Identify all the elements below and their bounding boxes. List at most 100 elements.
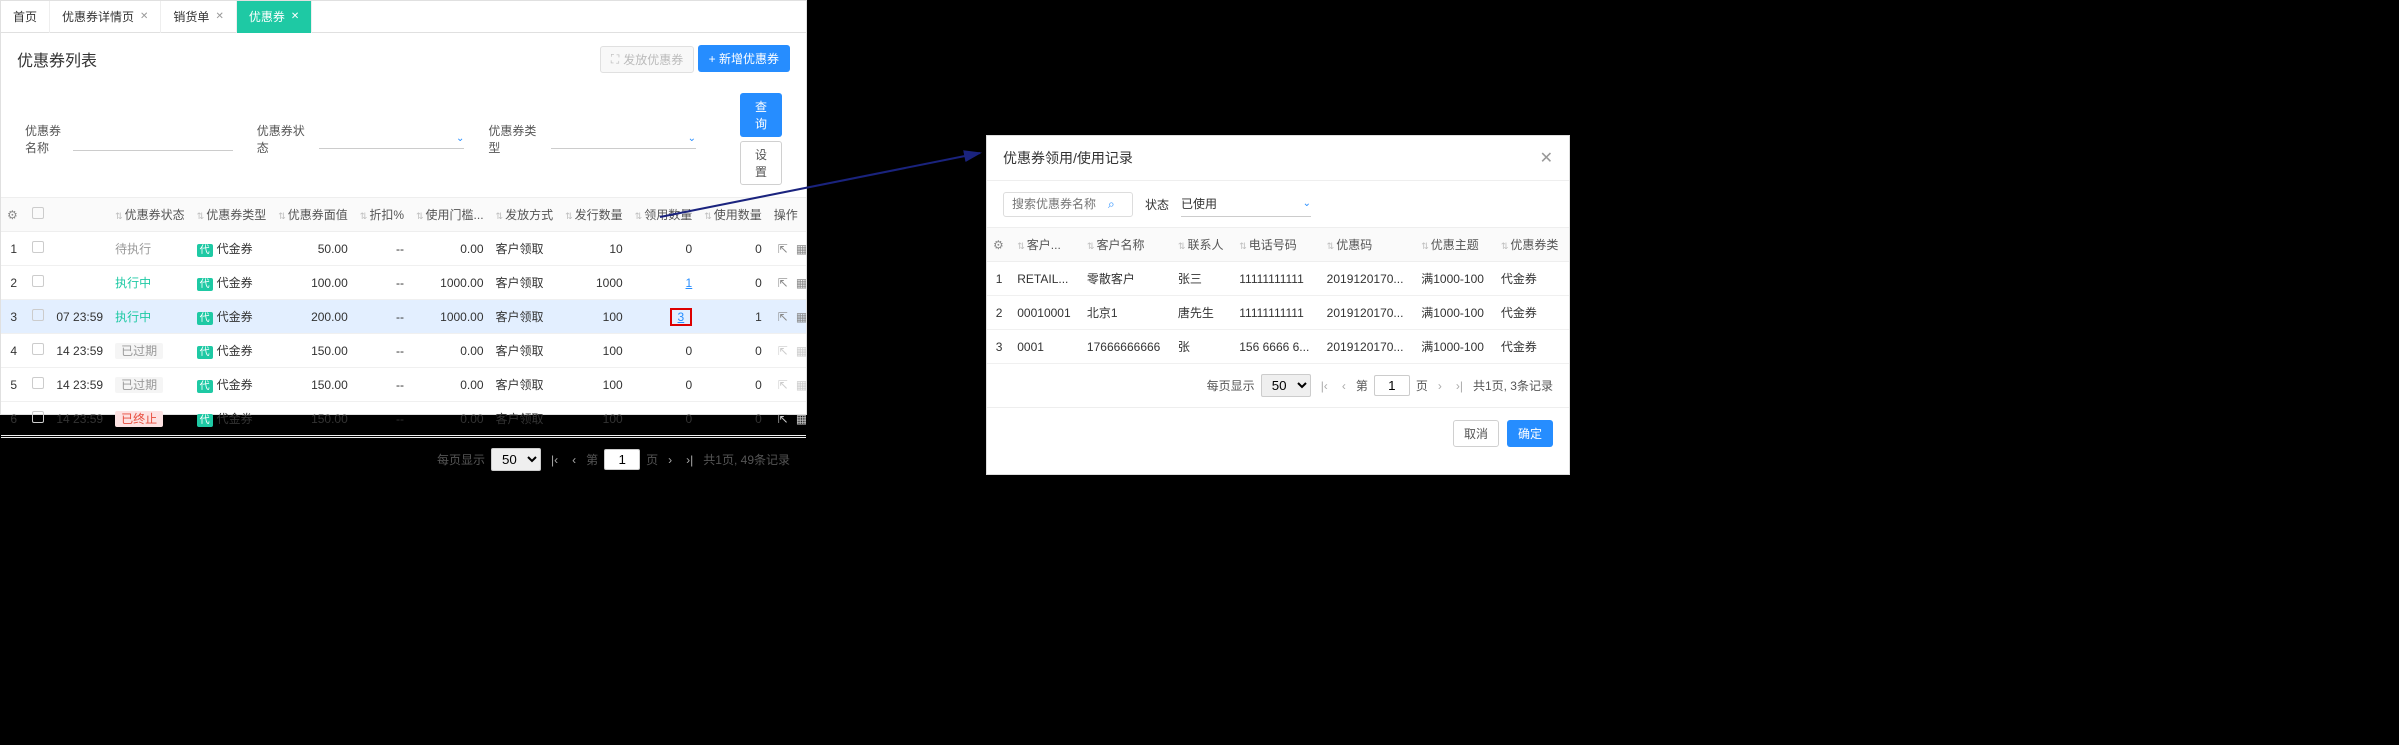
row-checkbox[interactable]	[32, 343, 44, 355]
tab[interactable]: 首页	[1, 1, 50, 33]
sort-icon[interactable]: ⇅	[565, 211, 573, 222]
add-coupon-button[interactable]: + 新增优惠券	[698, 45, 790, 72]
share-icon[interactable]: ⇱	[778, 310, 788, 324]
type-badge-icon: 代	[197, 278, 213, 291]
modal-page-input[interactable]	[1374, 375, 1410, 396]
sort-icon[interactable]: ⇅	[635, 211, 643, 222]
sort-icon[interactable]: ⇅	[278, 211, 286, 222]
table-row[interactable]: 6 14 23:59 已终止 代代金券 150.00 -- 0.00 客户领取 …	[1, 402, 806, 436]
page-input[interactable]	[604, 449, 640, 470]
qrcode-icon[interactable]: ▦	[796, 378, 806, 392]
sort-icon[interactable]: ⇅	[1017, 241, 1025, 252]
gear-icon[interactable]: ⚙	[993, 238, 1004, 252]
coupon-status-select[interactable]: ⌄	[319, 129, 464, 149]
page-summary: 共1页, 49条记录	[703, 451, 790, 468]
claim-count-link[interactable]: 3	[670, 308, 693, 326]
table-row[interactable]: 1 待执行 代代金券 50.00 -- 0.00 客户领取 10 0 0 ⇱▦	[1, 232, 806, 266]
sort-icon[interactable]: ⇅	[1501, 241, 1509, 252]
prev-page-button[interactable]: ‹	[568, 453, 580, 467]
sort-icon[interactable]: ⇅	[1327, 241, 1335, 252]
tab[interactable]: 销货单 ✕	[161, 1, 236, 33]
close-icon[interactable]: ✕	[1540, 148, 1553, 168]
table-row[interactable]: 3000117666666666张156 6666 6...2019120170…	[987, 330, 1569, 364]
cancel-button[interactable]: 取消	[1453, 420, 1499, 447]
tab-label: 优惠券	[249, 8, 285, 25]
status-badge: 待执行	[115, 242, 151, 256]
row-checkbox[interactable]	[32, 241, 44, 253]
next-page-button[interactable]: ›	[1434, 379, 1446, 393]
table-row[interactable]: 3 07 23:59 执行中 代代金券 200.00 -- 1000.00 客户…	[1, 300, 806, 334]
first-page-button[interactable]: |‹	[547, 453, 562, 467]
search-icon[interactable]: ⌕	[1108, 197, 1115, 212]
per-page-label: 每页显示	[437, 451, 485, 468]
select-all-checkbox[interactable]	[32, 207, 44, 219]
sort-icon[interactable]: ⇅	[115, 211, 123, 222]
tab-label: 销货单	[173, 8, 209, 25]
qrcode-icon[interactable]: ▦	[796, 310, 806, 324]
row-checkbox[interactable]	[32, 377, 44, 389]
sort-icon[interactable]: ⇅	[1087, 241, 1095, 252]
table-row[interactable]: 4 14 23:59 已过期 代代金券 150.00 -- 0.00 客户领取 …	[1, 334, 806, 368]
table-row[interactable]: 200010001北京1唐先生111111111112019120170...满…	[987, 296, 1569, 330]
tab[interactable]: 优惠券详情页 ✕	[50, 1, 161, 33]
share-icon[interactable]: ⇱	[778, 276, 788, 290]
type-badge-icon: 代	[197, 414, 213, 427]
row-checkbox[interactable]	[32, 309, 44, 321]
tab-label: 首页	[13, 8, 37, 25]
qrcode-icon[interactable]: ▦	[796, 276, 806, 290]
sort-icon[interactable]: ⇅	[1421, 241, 1429, 252]
claim-count-link[interactable]: 1	[686, 276, 693, 290]
modal-pagination: 每页显示 50 |‹ ‹ 第 页 › ›| 共1页, 3条记录	[987, 364, 1569, 407]
table-row[interactable]: 1RETAIL...零散客户张三111111111112019120170...…	[987, 262, 1569, 296]
qrcode-icon[interactable]: ▦	[796, 344, 806, 358]
state-select[interactable]: 已使用 ⌄	[1181, 191, 1311, 217]
last-page-button[interactable]: ›|	[682, 453, 697, 467]
search-input-wrapper[interactable]: ⌕	[1003, 192, 1133, 217]
close-icon[interactable]: ✕	[291, 11, 299, 22]
per-page-select[interactable]: 50	[491, 448, 541, 471]
row-checkbox[interactable]	[32, 411, 44, 423]
share-icon[interactable]: ⇱	[778, 344, 788, 358]
query-button[interactable]: 查询	[740, 93, 782, 137]
sort-icon[interactable]: ⇅	[704, 211, 712, 222]
settings-button[interactable]: 设置	[740, 141, 782, 185]
first-page-button[interactable]: |‹	[1317, 379, 1332, 393]
confirm-button[interactable]: 确定	[1507, 420, 1553, 447]
sort-icon[interactable]: ⇅	[496, 211, 504, 222]
sort-icon[interactable]: ⇅	[360, 211, 368, 222]
next-page-button[interactable]: ›	[664, 453, 676, 467]
type-badge-icon: 代	[197, 346, 213, 359]
status-badge: 已终止	[115, 411, 163, 427]
close-icon[interactable]: ✕	[140, 11, 148, 22]
coupon-type-select[interactable]: ⌄	[551, 129, 696, 149]
coupon-name-input[interactable]	[73, 127, 233, 151]
qrcode-icon[interactable]: ▦	[796, 242, 806, 256]
sort-icon[interactable]: ⇅	[416, 211, 424, 222]
coupon-table: ⚙ ⇅优惠券状态 ⇅优惠券类型 ⇅优惠券面值 ⇅折扣% ⇅使用门槛... ⇅发放…	[1, 197, 806, 437]
gear-icon[interactable]: ⚙	[7, 208, 18, 222]
tab[interactable]: 优惠券 ✕	[237, 1, 312, 33]
modal-per-page-select[interactable]: 50	[1261, 374, 1311, 397]
sort-icon[interactable]: ⇅	[1178, 241, 1186, 252]
table-row[interactable]: 5 14 23:59 已过期 代代金券 150.00 -- 0.00 客户领取 …	[1, 368, 806, 402]
last-page-button[interactable]: ›|	[1452, 379, 1467, 393]
tab-label: 优惠券详情页	[62, 8, 134, 25]
distribute-button[interactable]: ⛶发放优惠券	[600, 46, 694, 73]
row-checkbox[interactable]	[32, 275, 44, 287]
prev-page-button[interactable]: ‹	[1338, 379, 1350, 393]
gift-icon: ⛶	[611, 52, 619, 67]
share-icon[interactable]: ⇱	[778, 412, 788, 426]
state-label: 状态	[1145, 196, 1169, 213]
table-row[interactable]: 2 执行中 代代金券 100.00 -- 1000.00 客户领取 1000 1…	[1, 266, 806, 300]
type-badge-icon: 代	[197, 244, 213, 257]
filters: 优惠券名称 优惠券状态 ⌄ 优惠券类型 ⌄ 查询 设置	[1, 85, 806, 197]
share-icon[interactable]: ⇱	[778, 242, 788, 256]
sort-icon[interactable]: ⇅	[197, 211, 205, 222]
search-input[interactable]	[1012, 197, 1102, 211]
sort-icon[interactable]: ⇅	[1239, 241, 1247, 252]
title-bar: 优惠券列表 ⛶发放优惠券 + 新增优惠券	[1, 33, 806, 85]
share-icon[interactable]: ⇱	[778, 378, 788, 392]
close-icon[interactable]: ✕	[215, 11, 223, 22]
qrcode-icon[interactable]: ▦	[796, 412, 806, 426]
status-badge: 执行中	[115, 276, 151, 290]
